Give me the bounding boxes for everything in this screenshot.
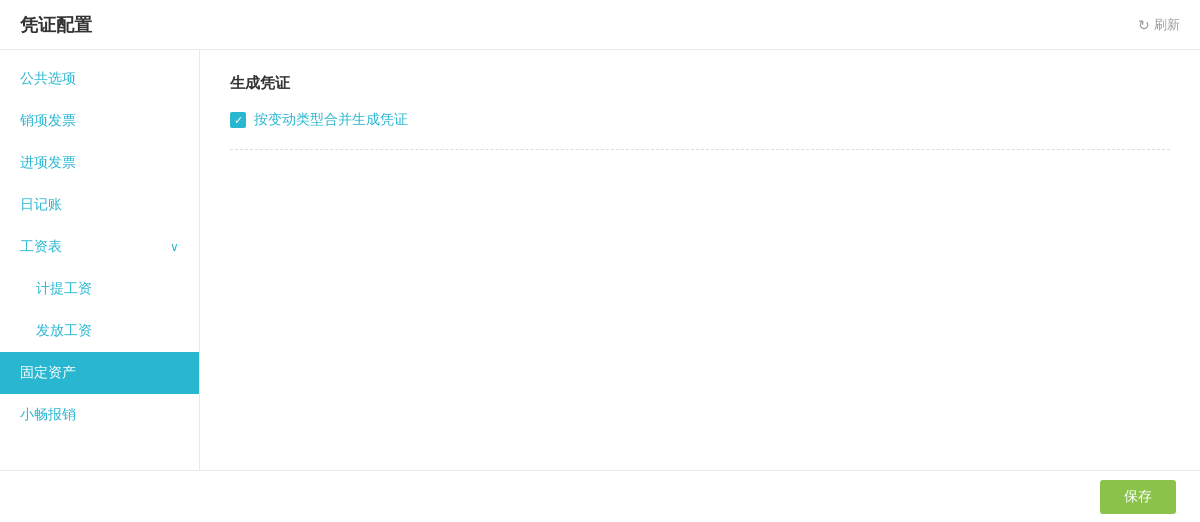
checkbox-row: ✓ 按变动类型合并生成凭证 <box>230 111 1170 129</box>
sidebar-item-accrual-salary[interactable]: 计提工资 <box>0 268 199 310</box>
sidebar-item-label: 公共选项 <box>20 70 76 88</box>
sidebar-item-pay-salary[interactable]: 发放工资 <box>0 310 199 352</box>
sidebar-item-public-options[interactable]: 公共选项 <box>0 58 199 100</box>
main-content: 生成凭证 ✓ 按变动类型合并生成凭证 <box>200 50 1200 470</box>
section-title: 生成凭证 <box>230 74 1170 93</box>
sidebar-item-label: 固定资产 <box>20 364 76 382</box>
sidebar-item-sales-invoice[interactable]: 销项发票 <box>0 100 199 142</box>
sidebar-item-label: 日记账 <box>20 196 62 214</box>
sidebar-item-journal[interactable]: 日记账 <box>0 184 199 226</box>
section-divider <box>230 149 1170 150</box>
sidebar-item-label: 销项发票 <box>20 112 76 130</box>
sidebar: 公共选项 销项发票 进项发票 日记账 工资表 ∨ 计提工资 发放工资 固定资 <box>0 50 200 470</box>
sidebar-item-label: 发放工资 <box>36 322 92 340</box>
sidebar-item-label: 进项发票 <box>20 154 76 172</box>
merge-by-type-checkbox[interactable]: ✓ <box>230 112 246 128</box>
page-body: 公共选项 销项发票 进项发票 日记账 工资表 ∨ 计提工资 发放工资 固定资 <box>0 50 1200 470</box>
save-button[interactable]: 保存 <box>1100 480 1176 514</box>
sidebar-item-label: 工资表 <box>20 238 62 256</box>
sidebar-item-petty-expense[interactable]: 小畅报销 <box>0 394 199 436</box>
page-title: 凭证配置 <box>20 13 92 37</box>
page-header: 凭证配置 ↻ 刷新 <box>0 0 1200 50</box>
refresh-icon: ↻ <box>1138 17 1150 33</box>
sidebar-item-salary-sheet[interactable]: 工资表 ∨ <box>0 226 199 268</box>
sidebar-item-purchase-invoice[interactable]: 进项发票 <box>0 142 199 184</box>
sidebar-item-label: 计提工资 <box>36 280 92 298</box>
sidebar-item-fixed-assets[interactable]: 固定资产 <box>0 352 199 394</box>
page-footer: 保存 <box>0 470 1200 522</box>
refresh-button[interactable]: ↻ 刷新 <box>1138 16 1180 34</box>
chevron-down-icon: ∨ <box>170 240 179 254</box>
page-container: 凭证配置 ↻ 刷新 公共选项 销项发票 进项发票 日记账 工资表 ∨ <box>0 0 1200 522</box>
sidebar-item-label: 小畅报销 <box>20 406 76 424</box>
checkbox-label: 按变动类型合并生成凭证 <box>254 111 408 129</box>
checkmark-icon: ✓ <box>234 115 243 126</box>
refresh-label: 刷新 <box>1154 16 1180 34</box>
